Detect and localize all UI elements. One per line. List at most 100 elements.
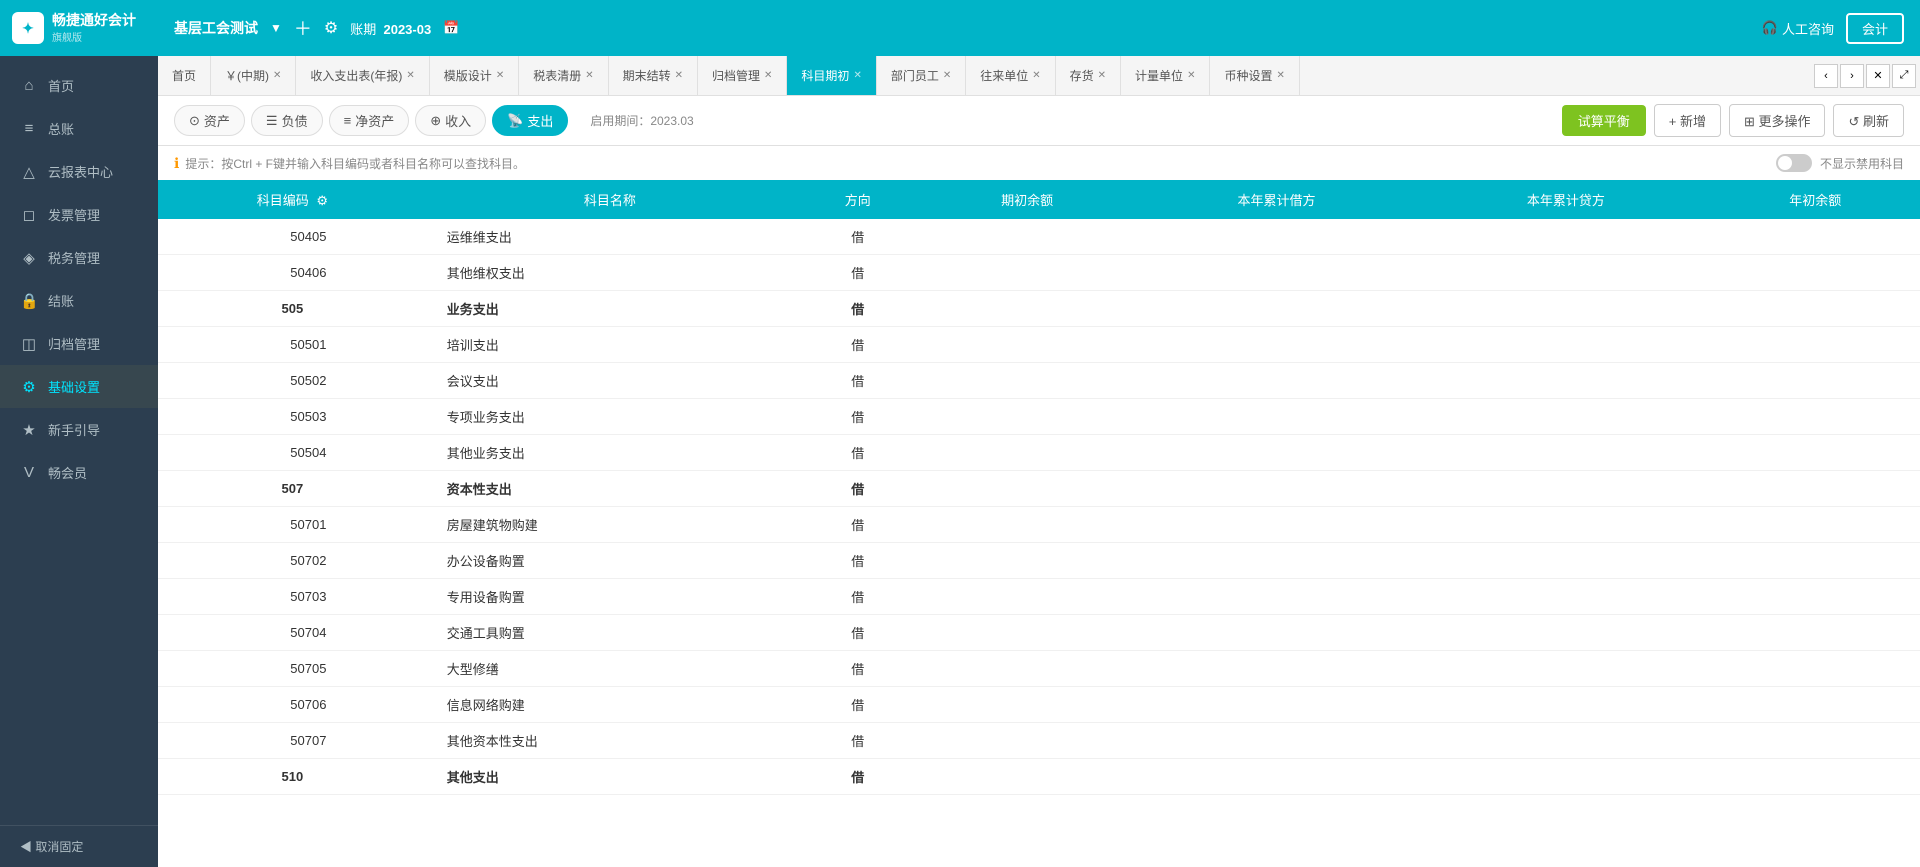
sidebar-nav: ⌂ 首页 ≡ 总账 △ 云报表中心 ◻ 发票管理 ◈ 税务管理 🔒 结账 ◫ 归… xyxy=(0,56,158,825)
disable-toggle[interactable] xyxy=(1776,154,1812,172)
table-row[interactable]: 505业务支出借 xyxy=(158,291,1920,327)
tab-period-end[interactable]: 期末结转 ✕ xyxy=(609,56,698,96)
tab-close-inventory[interactable]: ✕ xyxy=(1098,70,1106,81)
subject-table: 科目编码 ⚙ 科目名称 方向 期初余额 本年累计借方 本年累计贷方 年初余额 5… xyxy=(158,180,1920,795)
info-icon: ℹ xyxy=(174,155,179,172)
subtab-net-asset[interactable]: ≡ 净资产 xyxy=(329,105,410,136)
calendar-icon[interactable]: 📅 xyxy=(443,20,459,36)
subtab-income[interactable]: ⊕ 收入 xyxy=(415,105,486,136)
table-row[interactable]: 50503专项业务支出借 xyxy=(158,399,1920,435)
table-row[interactable]: 510其他支出借 xyxy=(158,759,1920,795)
tab-dept[interactable]: 部门员工 ✕ xyxy=(877,56,966,96)
cell-ytd-credit xyxy=(1421,687,1710,723)
tab-close-taxclear[interactable]: ✕ xyxy=(585,70,593,81)
sidebar-item-invoice[interactable]: ◻ 发票管理 xyxy=(0,193,158,236)
tab-close-period-end[interactable]: ✕ xyxy=(675,70,683,81)
cell-year-opening xyxy=(1711,759,1920,795)
table-row[interactable]: 50701房屋建筑物购建借 xyxy=(158,507,1920,543)
table-row[interactable]: 50705大型修缮借 xyxy=(158,651,1920,687)
subtab-expense[interactable]: 📡 支出 xyxy=(492,105,568,136)
tab-taxclear[interactable]: 税表清册 ✕ xyxy=(519,56,608,96)
cell-direction: 借 xyxy=(793,579,922,615)
tab-customer[interactable]: 往来单位 ✕ xyxy=(966,56,1055,96)
sidebar-item-archive[interactable]: ◫ 归档管理 xyxy=(0,322,158,365)
add-company-btn[interactable]: ＋ xyxy=(294,15,312,41)
more-btn[interactable]: ⊞ 更多操作 xyxy=(1729,104,1826,137)
tip-text-area: ℹ 提示：按Ctrl + F键并输入科目编码或者科目名称可以查找科目。 xyxy=(174,155,525,172)
balance-btn[interactable]: 试算平衡 xyxy=(1562,105,1646,136)
tab-close-all-btn[interactable]: ✕ xyxy=(1866,64,1890,88)
cell-ytd-debit xyxy=(1132,255,1421,291)
table-row[interactable]: 50706信息网络购建借 xyxy=(158,687,1920,723)
subtab-liability[interactable]: ☰ 负债 xyxy=(251,105,323,136)
sidebar-item-guide[interactable]: ★ 新手引导 xyxy=(0,408,158,451)
toggle-knob xyxy=(1778,156,1792,170)
cell-code: 50405 xyxy=(158,219,427,255)
tab-next-btn[interactable]: › xyxy=(1840,64,1864,88)
sidebar-item-close[interactable]: 🔒 结账 xyxy=(0,279,158,322)
tab-currency[interactable]: 币种设置 ✕ xyxy=(1210,56,1299,96)
table-row[interactable]: 50405运维维支出借 xyxy=(158,219,1920,255)
tab-close-customer[interactable]: ✕ xyxy=(1032,70,1040,81)
sidebar-pin-toggle[interactable]: ◀ 取消固定 xyxy=(0,825,158,867)
tab-close-interim[interactable]: ✕ xyxy=(273,70,281,81)
cell-ytd-credit xyxy=(1421,543,1710,579)
table-row[interactable]: 50702办公设备购置借 xyxy=(158,543,1920,579)
cell-code: 50707 xyxy=(158,723,427,759)
cell-code: 50504 xyxy=(158,435,427,471)
cell-ytd-debit xyxy=(1132,687,1421,723)
cell-direction: 借 xyxy=(793,507,922,543)
cell-ytd-credit xyxy=(1421,579,1710,615)
tab-close-unit[interactable]: ✕ xyxy=(1187,70,1195,81)
tab-close-archive[interactable]: ✕ xyxy=(764,70,772,81)
cell-direction: 借 xyxy=(793,615,922,651)
tab-subject-init[interactable]: 科目期初 ✕ xyxy=(787,56,876,96)
tab-template[interactable]: 模版设计 ✕ xyxy=(430,56,519,96)
col-settings-icon[interactable]: ⚙ xyxy=(316,193,328,208)
tab-interim[interactable]: ￥(中期) ✕ xyxy=(211,56,296,96)
tab-archive[interactable]: 归档管理 ✕ xyxy=(698,56,787,96)
sidebar-item-tax[interactable]: ◈ 税务管理 xyxy=(0,236,158,279)
tab-expand-btn[interactable]: ⤢ xyxy=(1892,64,1916,88)
subtab-asset[interactable]: ⊙ 资产 xyxy=(174,105,245,136)
sidebar-item-home[interactable]: ⌂ 首页 xyxy=(0,64,158,107)
cell-year-opening xyxy=(1711,399,1920,435)
home-icon: ⌂ xyxy=(20,77,38,94)
table-row[interactable]: 50406其他维权支出借 xyxy=(158,255,1920,291)
table-row[interactable]: 50502会议支出借 xyxy=(158,363,1920,399)
cell-ytd-credit xyxy=(1421,327,1710,363)
cell-direction: 借 xyxy=(793,435,922,471)
tab-home[interactable]: 首页 xyxy=(158,56,211,96)
tab-annual[interactable]: 收入支出表(年报) ✕ xyxy=(296,56,429,96)
company-dropdown[interactable]: ▼ xyxy=(270,21,282,35)
table-row[interactable]: 507资本性支出借 xyxy=(158,471,1920,507)
add-btn[interactable]: + 新增 xyxy=(1654,104,1721,137)
tab-unit[interactable]: 计量单位 ✕ xyxy=(1121,56,1210,96)
cell-year-opening xyxy=(1711,219,1920,255)
cell-code: 50701 xyxy=(158,507,427,543)
refresh-btn[interactable]: ↺ 刷新 xyxy=(1833,104,1904,137)
consult-btn[interactable]: 🎧 人工咨询 xyxy=(1762,19,1834,38)
cell-ytd-credit xyxy=(1421,723,1710,759)
sidebar-item-report[interactable]: △ 云报表中心 xyxy=(0,150,158,193)
table-row[interactable]: 50703专用设备购置借 xyxy=(158,579,1920,615)
table-row[interactable]: 50704交通工具购置借 xyxy=(158,615,1920,651)
tab-close-template[interactable]: ✕ xyxy=(496,70,504,81)
main-content: 基层工会测试 ▼ ＋ ⚙ 账期 2023-03 📅 🎧 人工咨询 会计 首页 ￥… xyxy=(158,0,1920,867)
tab-inventory[interactable]: 存货 ✕ xyxy=(1056,56,1121,96)
col-ytd-debit: 本年累计借方 xyxy=(1132,180,1421,219)
header-settings-icon[interactable]: ⚙ xyxy=(324,18,338,38)
table-row[interactable]: 50501培训支出借 xyxy=(158,327,1920,363)
sidebar-item-member[interactable]: V 畅会员 xyxy=(0,451,158,494)
sidebar-item-ledger[interactable]: ≡ 总账 xyxy=(0,107,158,150)
table-row[interactable]: 50707其他资本性支出借 xyxy=(158,723,1920,759)
table-row[interactable]: 50504其他业务支出借 xyxy=(158,435,1920,471)
tab-close-annual[interactable]: ✕ xyxy=(406,70,414,81)
tab-close-dept[interactable]: ✕ xyxy=(943,70,951,81)
sidebar-item-settings[interactable]: ⚙ 基础设置 xyxy=(0,365,158,408)
tab-close-subject-init[interactable]: ✕ xyxy=(853,70,861,81)
tab-prev-btn[interactable]: ‹ xyxy=(1814,64,1838,88)
cell-direction: 借 xyxy=(793,687,922,723)
tab-close-currency[interactable]: ✕ xyxy=(1276,70,1284,81)
user-role-button[interactable]: 会计 xyxy=(1846,13,1904,44)
